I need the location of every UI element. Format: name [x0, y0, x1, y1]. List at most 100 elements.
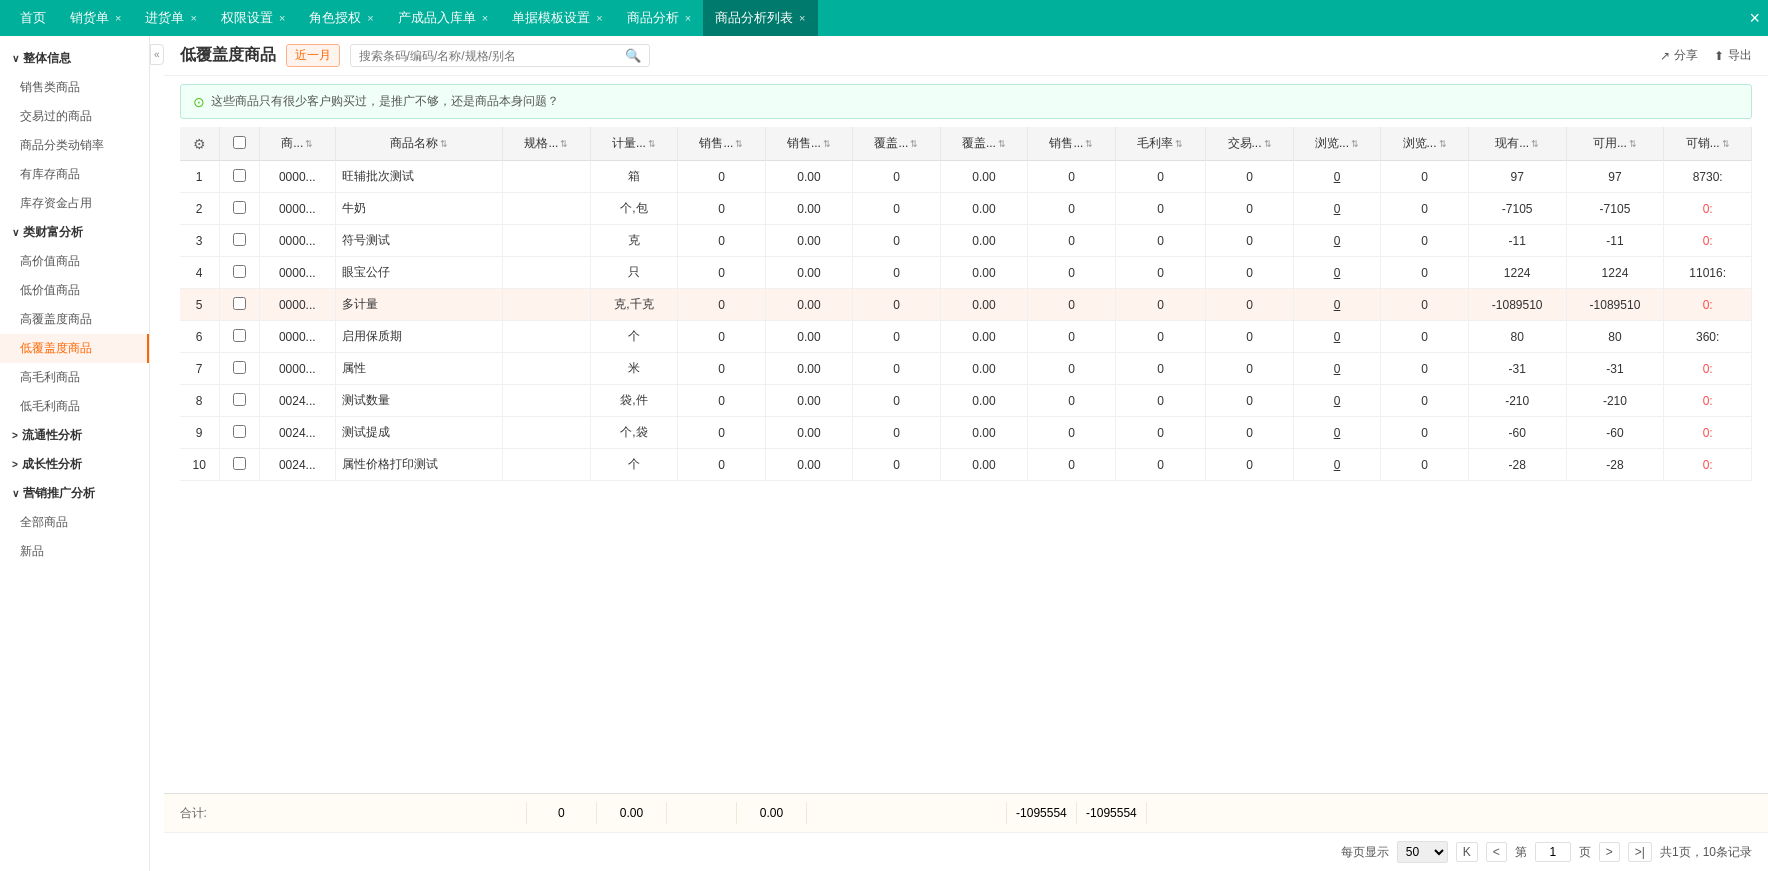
cell-browse1[interactable]: 0 [1293, 321, 1381, 353]
sidebar-item-高价值商品[interactable]: 高价值商品 [0, 247, 149, 276]
page-size-select[interactable]: 2050100 [1397, 841, 1448, 863]
cell-checkbox[interactable] [219, 257, 259, 289]
last-page-button[interactable]: >| [1628, 842, 1652, 862]
row-checkbox[interactable] [233, 329, 246, 342]
sidebar-section-1[interactable]: ∨类财富分析 [0, 218, 149, 247]
row-checkbox[interactable] [233, 297, 246, 310]
cell-checkbox[interactable] [219, 417, 259, 449]
sidebar-item-销售类商品[interactable]: 销售类商品 [0, 73, 149, 102]
nav-item-首页[interactable]: 首页 [8, 0, 58, 36]
nav-close-icon[interactable]: × [115, 12, 121, 24]
sidebar-item-高覆盖度商品[interactable]: 高覆盖度商品 [0, 305, 149, 334]
cell-checkbox[interactable] [219, 385, 259, 417]
sort-icon-trade: ⇅ [1264, 139, 1272, 149]
cell-browse1[interactable]: 0 [1293, 193, 1381, 225]
sidebar-item-新品[interactable]: 新品 [0, 537, 149, 566]
col-header-name[interactable]: 商品名称⇅ [335, 127, 502, 161]
search-icon[interactable]: 🔍 [625, 48, 641, 63]
sidebar-item-库存资金占用[interactable]: 库存资金占用 [0, 189, 149, 218]
sidebar-section-0[interactable]: ∨整体信息 [0, 44, 149, 73]
col-header-browse1[interactable]: 浏览...⇅ [1293, 127, 1381, 161]
col-header-cover2[interactable]: 覆盖...⇅ [940, 127, 1028, 161]
cell-browse1[interactable]: 0 [1293, 385, 1381, 417]
first-page-button[interactable]: K [1456, 842, 1478, 862]
table-row: 20000...牛奶个,包00.0000.0000000-7105-71050: [180, 193, 1752, 225]
col-header-cover1[interactable]: 覆盖...⇅ [853, 127, 941, 161]
row-checkbox[interactable] [233, 457, 246, 470]
sidebar-item-低覆盖度商品[interactable]: 低覆盖度商品 [0, 334, 149, 363]
nav-close-icon[interactable]: × [190, 12, 196, 24]
col-header-sku[interactable]: 商...⇅ [259, 127, 335, 161]
cell-browse1[interactable]: 0 [1293, 417, 1381, 449]
export-button[interactable]: ⬆ 导出 [1714, 47, 1752, 64]
nav-item-进货单[interactable]: 进货单× [133, 0, 208, 36]
sidebar-item-低毛利商品[interactable]: 低毛利商品 [0, 392, 149, 421]
col-header-trade[interactable]: 交易...⇅ [1206, 127, 1294, 161]
page-input[interactable] [1535, 842, 1571, 862]
col-header-stock2[interactable]: 可用...⇅ [1566, 127, 1664, 161]
nav-close-icon[interactable]: × [482, 12, 488, 24]
nav-item-商品分析[interactable]: 商品分析× [615, 0, 703, 36]
nav-close-icon[interactable]: × [367, 12, 373, 24]
col-header-browse2[interactable]: 浏览...⇅ [1381, 127, 1469, 161]
row-checkbox[interactable] [233, 393, 246, 406]
col-header-margin[interactable]: 毛利率⇅ [1115, 127, 1206, 161]
sidebar-item-低价值商品[interactable]: 低价值商品 [0, 276, 149, 305]
row-checkbox[interactable] [233, 201, 246, 214]
settings-icon[interactable]: ⚙ [193, 136, 206, 152]
nav-close-icon[interactable]: × [596, 12, 602, 24]
sidebar-item-高毛利商品[interactable]: 高毛利商品 [0, 363, 149, 392]
sidebar-item-全部商品[interactable]: 全部商品 [0, 508, 149, 537]
cell-checkbox[interactable] [219, 449, 259, 481]
sidebar-item-商品分类动销率[interactable]: 商品分类动销率 [0, 131, 149, 160]
col-header-sales2[interactable]: 销售...⇅ [765, 127, 853, 161]
row-checkbox[interactable] [233, 425, 246, 438]
nav-item-单据模板设置[interactable]: 单据模板设置× [500, 0, 614, 36]
cell-browse1[interactable]: 0 [1293, 289, 1381, 321]
col-header-stock1[interactable]: 现有...⇅ [1468, 127, 1566, 161]
cell-browse1[interactable]: 0 [1293, 161, 1381, 193]
nav-item-产成品入库单[interactable]: 产成品入库单× [386, 0, 500, 36]
cell-browse1[interactable]: 0 [1293, 225, 1381, 257]
col-header-saleable[interactable]: 可销...⇅ [1664, 127, 1752, 161]
nav-item-角色授权[interactable]: 角色授权× [297, 0, 385, 36]
row-checkbox[interactable] [233, 265, 246, 278]
col-header-unit[interactable]: 计量...⇅ [590, 127, 678, 161]
cell-stock2: -11 [1566, 225, 1664, 257]
prev-page-button[interactable]: < [1486, 842, 1507, 862]
nav-item-销货单[interactable]: 销货单× [58, 0, 133, 36]
cell-browse1[interactable]: 0 [1293, 353, 1381, 385]
cell-checkbox[interactable] [219, 193, 259, 225]
nav-item-权限设置[interactable]: 权限设置× [209, 0, 297, 36]
cell-checkbox[interactable] [219, 289, 259, 321]
cell-checkbox[interactable] [219, 353, 259, 385]
col-header-sales1[interactable]: 销售...⇅ [678, 127, 766, 161]
cell-browse1[interactable]: 0 [1293, 449, 1381, 481]
cell-spec [503, 289, 591, 321]
sidebar-section-3[interactable]: >成长性分析 [0, 450, 149, 479]
col-header-sales3[interactable]: 销售...⇅ [1028, 127, 1116, 161]
sidebar-collapse-button[interactable]: « [150, 44, 164, 65]
cell-checkbox[interactable] [219, 321, 259, 353]
sidebar-section-4[interactable]: ∨营销推广分析 [0, 479, 149, 508]
sidebar-section-2[interactable]: >流通性分析 [0, 421, 149, 450]
row-checkbox[interactable] [233, 361, 246, 374]
search-input[interactable] [359, 49, 625, 63]
close-all-button[interactable]: × [1749, 9, 1760, 27]
col-header-spec[interactable]: 规格...⇅ [503, 127, 591, 161]
share-button[interactable]: ↗ 分享 [1660, 47, 1698, 64]
sidebar-item-交易过的商品[interactable]: 交易过的商品 [0, 102, 149, 131]
row-checkbox[interactable] [233, 169, 246, 182]
cell-browse1[interactable]: 0 [1293, 257, 1381, 289]
time-filter-button[interactable]: 近一月 [286, 44, 340, 67]
nav-item-商品分析列表[interactable]: 商品分析列表× [703, 0, 817, 36]
select-all-checkbox[interactable] [233, 136, 246, 149]
sidebar-item-有库存商品[interactable]: 有库存商品 [0, 160, 149, 189]
cell-checkbox[interactable] [219, 161, 259, 193]
cell-checkbox[interactable] [219, 225, 259, 257]
nav-close-icon[interactable]: × [799, 12, 805, 24]
row-checkbox[interactable] [233, 233, 246, 246]
nav-close-icon[interactable]: × [685, 12, 691, 24]
nav-close-icon[interactable]: × [279, 12, 285, 24]
next-page-button[interactable]: > [1599, 842, 1620, 862]
